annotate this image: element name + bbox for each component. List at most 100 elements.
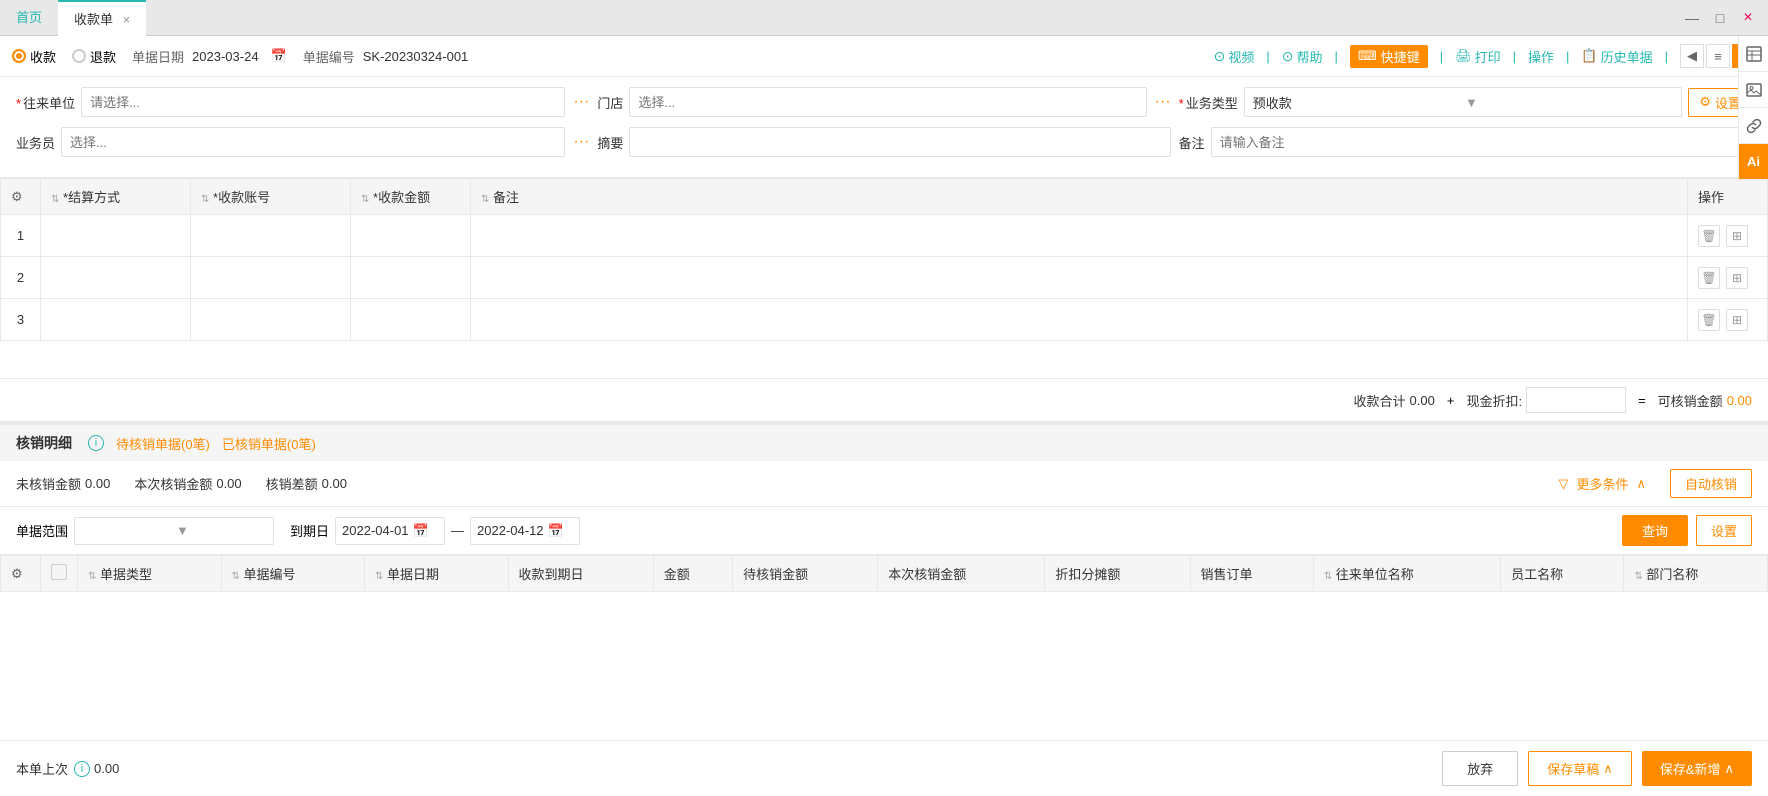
row-remark[interactable] xyxy=(471,299,1688,341)
number-value: SK-20230324-001 xyxy=(363,49,469,64)
toolbar-actions: ⊙ 视频 | ⊙ 帮助 | ⌨ 快捷键 | 🖨 打印 | 操作 | xyxy=(1214,44,1756,68)
done-tab[interactable]: 已核销单据(0笔) xyxy=(222,434,316,453)
close-button[interactable]: × xyxy=(1740,10,1756,26)
table-settings-icon[interactable]: ⚙ xyxy=(11,189,23,204)
staff-input[interactable] xyxy=(61,127,565,157)
abandon-button[interactable]: 放弃 xyxy=(1442,751,1518,786)
action-print[interactable]: 🖨 打印 xyxy=(1455,47,1501,66)
row-settle[interactable] xyxy=(41,299,191,341)
remark-label: 备注 xyxy=(1179,133,1205,152)
row-index: 3 xyxy=(1,299,41,341)
toolbar-number-meta: 单据编号 SK-20230324-001 xyxy=(303,47,469,66)
row-settle[interactable] xyxy=(41,215,191,257)
row-op-btns: 🗑 ⊞ xyxy=(1698,309,1757,331)
section-info-icon[interactable]: i xyxy=(88,435,104,451)
tab-close-icon[interactable]: × xyxy=(123,12,131,27)
sidebar-link-icon[interactable] xyxy=(1739,108,1768,144)
row-amount[interactable] xyxy=(351,299,471,341)
filter-settings-button[interactable]: 设置 xyxy=(1696,515,1752,546)
row-amount[interactable] xyxy=(351,257,471,299)
sidebar-image-icon[interactable] xyxy=(1739,72,1768,108)
discount-input[interactable] xyxy=(1526,387,1626,413)
save-new-label: 保存&新增 xyxy=(1660,759,1721,778)
calendar-icon2[interactable]: 📅 xyxy=(548,523,564,539)
per-order-info-icon[interactable]: i xyxy=(74,761,90,777)
sidebar-ai-icon[interactable]: Ai xyxy=(1739,144,1768,180)
row-delete-icon[interactable]: 🗑 xyxy=(1698,225,1720,247)
list-view-btn[interactable]: ≡ xyxy=(1706,44,1730,68)
more-conditions-btn[interactable]: ▽ 更多条件 ∧ xyxy=(1558,474,1646,493)
col-current-cancel: 本次核销金额 xyxy=(878,556,1045,592)
counterpart-input[interactable] xyxy=(81,87,565,117)
counterpart-more-icon[interactable]: ··· xyxy=(573,93,589,111)
summary-row: 收款合计 0.00 + 现金折扣: = 可核销金额 0.00 xyxy=(0,378,1768,421)
action-shortcut[interactable]: ⌨ 快捷键 xyxy=(1350,45,1428,68)
sidebar-table-icon[interactable] xyxy=(1739,36,1768,72)
row-account[interactable] xyxy=(191,257,351,299)
action-video[interactable]: ⊙ 视频 xyxy=(1214,47,1255,66)
calendar-icon[interactable]: 📅 xyxy=(413,523,429,539)
action-operation[interactable]: 操作 xyxy=(1528,47,1554,66)
row-remark[interactable] xyxy=(471,257,1688,299)
sort-icon-account: ⇅ xyxy=(201,194,209,205)
summary-equals: = xyxy=(1638,393,1646,408)
counterpart-field: 往来单位 ··· xyxy=(16,87,589,117)
tab-receipt[interactable]: 收款单 × xyxy=(58,0,146,36)
row-remark[interactable] xyxy=(471,215,1688,257)
summary-input[interactable] xyxy=(629,127,1170,157)
row-amount[interactable] xyxy=(351,215,471,257)
bottom-table-gear-icon[interactable]: ⚙ xyxy=(11,566,23,581)
store-input[interactable] xyxy=(629,87,1146,117)
minimize-button[interactable]: — xyxy=(1684,10,1700,26)
row-delete-icon[interactable]: 🗑 xyxy=(1698,309,1720,331)
remark-input[interactable] xyxy=(1211,127,1752,157)
date-from-input[interactable]: 2022-04-01 📅 xyxy=(335,517,445,545)
query-button[interactable]: 查询 xyxy=(1622,515,1688,546)
row-copy-icon[interactable]: ⊞ xyxy=(1726,267,1748,289)
section-divider: 核销明细 i 待核销单据(0笔) 已核销单据(0笔) xyxy=(0,421,1768,461)
sep4: | xyxy=(1513,49,1516,64)
business-type-select[interactable]: 预收款 ▼ xyxy=(1244,87,1683,117)
save-draft-button[interactable]: 保存草稿 ∧ xyxy=(1528,751,1632,786)
row-account[interactable] xyxy=(191,299,351,341)
col-employee-name-label: 员工名称 xyxy=(1511,567,1563,582)
col-partner-name: ⇅ 往来单位名称 xyxy=(1313,556,1500,592)
section-title: 核销明细 xyxy=(16,433,72,453)
number-label: 单据编号 xyxy=(303,47,355,66)
row-copy-icon[interactable]: ⊞ xyxy=(1726,309,1748,331)
pending-tab[interactable]: 待核销单据(0笔) xyxy=(116,434,210,453)
date-to-input[interactable]: 2022-04-12 📅 xyxy=(470,517,580,545)
radio-collect[interactable]: 收款 xyxy=(12,47,56,66)
sep5: | xyxy=(1566,49,1569,64)
store-more-icon[interactable]: ··· xyxy=(1155,93,1171,111)
action-help[interactable]: ⊙ 帮助 xyxy=(1282,47,1323,66)
header-checkbox[interactable] xyxy=(51,564,67,580)
auto-cancel-button[interactable]: 自动核销 xyxy=(1670,469,1752,498)
store-label: 门店 xyxy=(597,93,623,112)
summary-field: 摘要 xyxy=(597,127,1170,157)
row-account[interactable] xyxy=(191,215,351,257)
prev-btn[interactable]: ◀ xyxy=(1680,44,1704,68)
row-delete-icon[interactable]: 🗑 xyxy=(1698,267,1720,289)
counterpart-label: 往来单位 xyxy=(16,93,75,112)
col-discount-share: 折扣分摊额 xyxy=(1045,556,1190,592)
action-history[interactable]: 📋 历史单据 xyxy=(1581,47,1652,66)
row-settle[interactable] xyxy=(41,257,191,299)
filter-range-select[interactable]: ▼ xyxy=(74,517,274,545)
row-copy-icon[interactable]: ⊞ xyxy=(1726,225,1748,247)
row-op: 🗑 ⊞ xyxy=(1688,215,1768,257)
staff-more-icon[interactable]: ··· xyxy=(573,133,589,151)
radio-refund[interactable]: 退款 xyxy=(72,47,116,66)
action-help-label: 帮助 xyxy=(1297,47,1323,66)
form-row-1: 往来单位 ··· 门店 ··· 业务类型 预收款 ▼ ⚙ 设置 xyxy=(16,87,1752,117)
col-header-remark: ⇅ 备注 xyxy=(471,179,1688,215)
col-doc-number-label: 单据编号 xyxy=(244,567,296,582)
data-table: ⚙ ⇅ *结算方式 ⇅ *收款账号 ⇅ *收款金额 ⇅ xyxy=(0,178,1768,341)
filter-actions: 查询 设置 xyxy=(1622,515,1752,546)
save-new-button[interactable]: 保存&新增 ∧ xyxy=(1642,751,1752,786)
tab-home[interactable]: 首页 xyxy=(0,0,58,36)
calendar-icon[interactable]: 📅 xyxy=(271,48,287,64)
maximize-button[interactable]: □ xyxy=(1712,10,1728,26)
col-doc-date: ⇅ 单据日期 xyxy=(365,556,509,592)
sep3: | xyxy=(1440,49,1443,64)
